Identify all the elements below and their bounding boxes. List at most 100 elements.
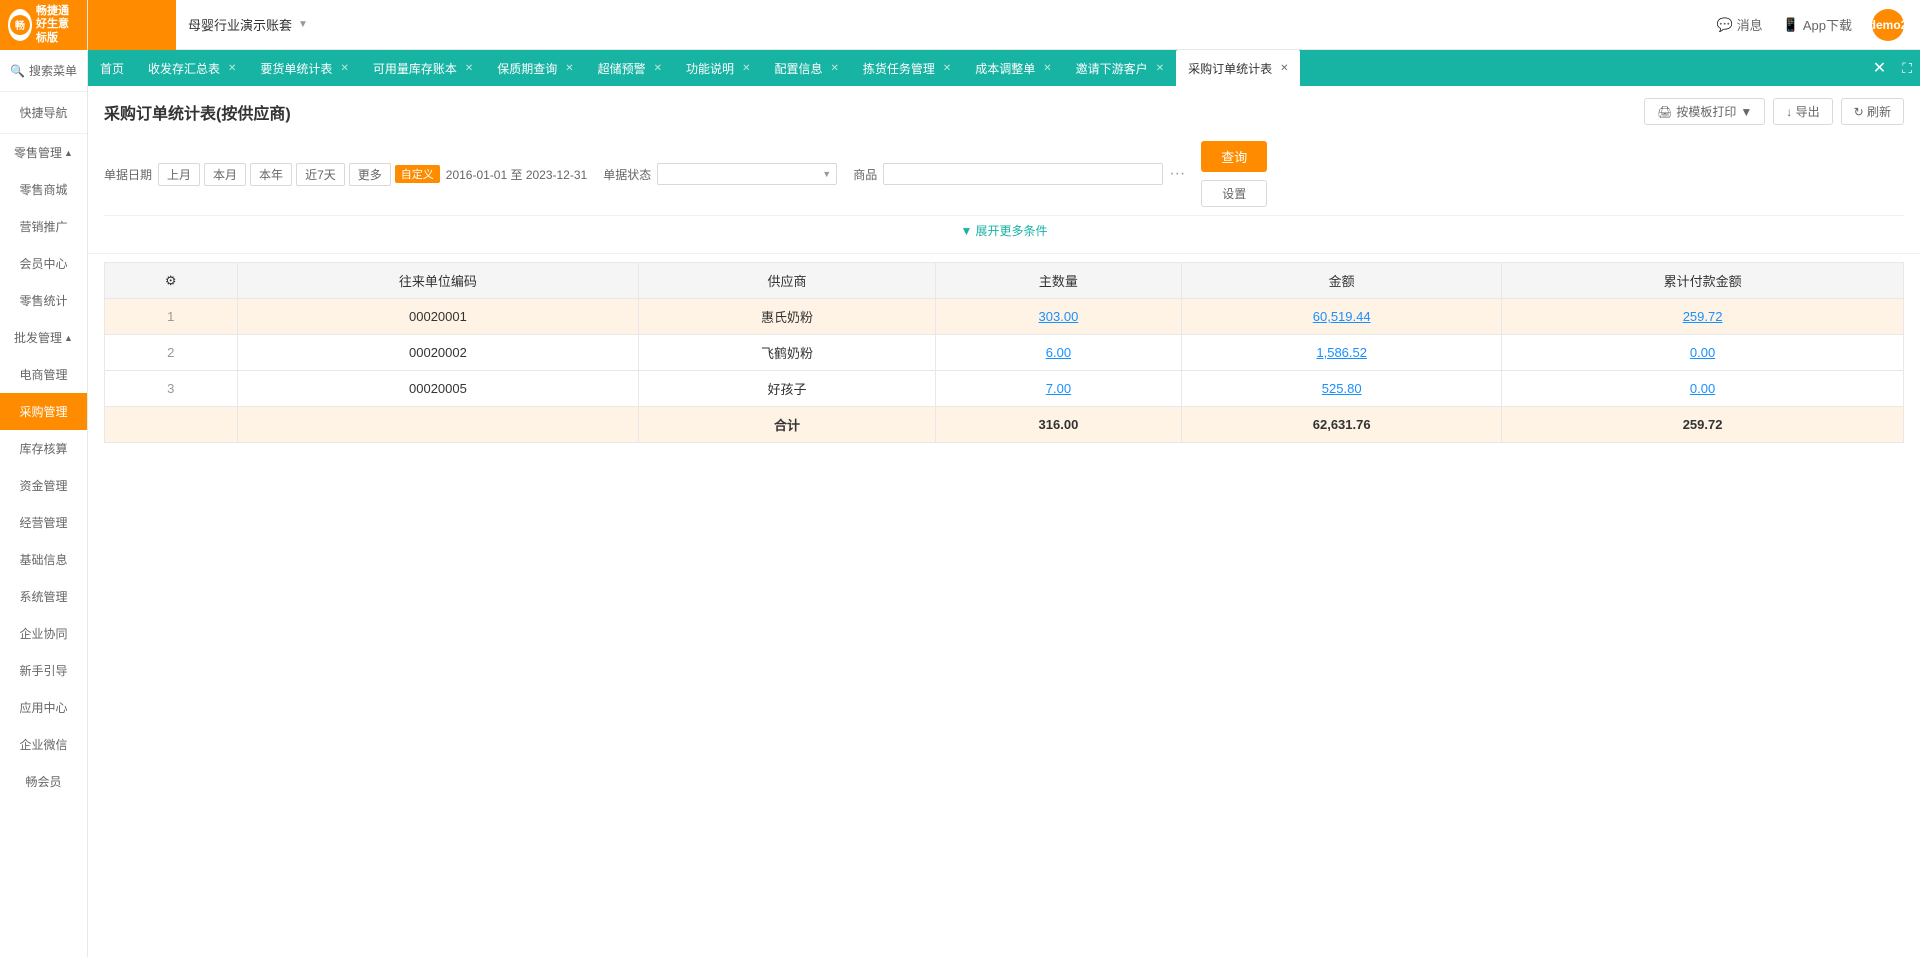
app-download-action[interactable]: 📱 App下载 — [1783, 15, 1852, 34]
status-select[interactable] — [657, 163, 837, 185]
sidebar-item-sys-mgmt[interactable]: 系统管理 — [0, 578, 87, 615]
sidebar-item-inventory-check[interactable]: 库存核算 — [0, 430, 87, 467]
sidebar-item-member-center[interactable]: 会员中心 — [0, 245, 87, 282]
tab-close-expiry-query[interactable]: ✕ — [565, 63, 573, 74]
col-supplier: 供应商 — [639, 263, 935, 299]
dropdown-chevron-icon[interactable]: ▼ — [298, 19, 308, 30]
user-avatar[interactable]: demo2 — [1872, 9, 1904, 41]
query-button[interactable]: 查询 — [1201, 141, 1267, 172]
date-quick-buttons: 上月 本月 本年 近7天 更多 自定义 — [158, 163, 440, 186]
refresh-button[interactable]: ↻ 刷新 — [1841, 98, 1904, 125]
tab-function-desc[interactable]: 功能说明 ✕ — [674, 50, 762, 86]
main-area: 母婴行业演示账套 ▼ 💬 消息 📱 App下载 demo2 首页收发存汇总表✕要… — [88, 0, 1920, 957]
row-code: 00020001 — [237, 299, 639, 335]
tab-config-info[interactable]: 配置信息 ✕ — [762, 50, 850, 86]
export-button[interactable]: ↓ 导出 — [1773, 98, 1832, 125]
page-title: 采购订单统计表(按供应商) — [104, 100, 291, 124]
sidebar-item-purchase-mgmt[interactable]: 采购管理 — [0, 393, 87, 430]
tab-close-req-stats[interactable]: ✕ — [340, 63, 348, 74]
row-amount: 1,586.52 — [1182, 335, 1502, 371]
quick-nav-button[interactable]: 快捷导航 — [0, 98, 87, 127]
logo-icon: 畅 — [8, 9, 32, 41]
sidebar-item-enterprise-collab[interactable]: 企业协同 — [0, 615, 87, 652]
goods-more-btn[interactable]: ··· — [1169, 165, 1185, 183]
tab-pick-task[interactable]: 拣货任务管理✕ — [851, 50, 963, 86]
tab-cost-adjust[interactable]: 成本调整单 ✕ — [963, 50, 1063, 86]
tab-close-config-info[interactable]: ✕ — [830, 63, 838, 74]
tab-close-cost-adjust[interactable]: ✕ — [1043, 63, 1051, 74]
date-custom-badge: 自定义 — [395, 165, 440, 183]
settings-button[interactable]: 设置 — [1201, 180, 1267, 207]
topbar-logo-space — [88, 0, 176, 50]
tab-expiry-query[interactable]: 保质期查询✕ — [485, 50, 585, 86]
print-button[interactable]: 🖨 按模板打印 ▼ — [1644, 98, 1765, 125]
table-row[interactable]: 1 00020001 惠氏奶粉 303.00 60,519.44 259.72 — [105, 299, 1904, 335]
sidebar-item-retail-stats[interactable]: 零售统计 — [0, 282, 87, 319]
close-all-tabs-button[interactable]: ✕ — [1865, 50, 1894, 86]
sidebar-item-basic-info[interactable]: 基础信息 — [0, 541, 87, 578]
row-code: 00020005 — [237, 371, 639, 407]
sidebar-item-app-center[interactable]: 应用中心 — [0, 689, 87, 726]
tab-available-stock[interactable]: 可用量库存账本✕ — [361, 50, 485, 86]
footer-label: 合计 — [639, 407, 935, 443]
settings-col-icon[interactable]: ⚙ — [165, 273, 177, 288]
col-amount: 金额 — [1182, 263, 1502, 299]
tab-req-stats[interactable]: 要货单统计表✕ — [248, 50, 360, 86]
tab-label-function-desc: 功能说明 — [686, 60, 734, 77]
tab-label-config-info: 配置信息 — [774, 60, 822, 77]
tab-close-purchase-stats[interactable]: ✕ — [1280, 63, 1288, 74]
sidebar-item-retail-mgmt[interactable]: 零售管理▲ — [0, 134, 87, 171]
expand-more-btn[interactable]: ▼ 展开更多条件 — [961, 222, 1048, 239]
chevron-down-icon: ▼ — [961, 224, 973, 238]
sidebar-item-enterprise-wechat[interactable]: 企业微信 — [0, 726, 87, 763]
print-dropdown-icon: ▼ — [1740, 105, 1752, 119]
maximize-button[interactable]: ⛶ — [1894, 50, 1920, 86]
sidebar-item-retail-shop[interactable]: 零售商城 — [0, 171, 87, 208]
download-icon: 📱 — [1783, 17, 1799, 33]
tab-label-purchase-stats: 采购订单统计表 — [1188, 60, 1272, 77]
tab-close-receive-pay[interactable]: ✕ — [228, 63, 236, 74]
tab-label-cost-adjust: 成本调整单 — [975, 60, 1035, 77]
tab-home[interactable]: 首页 — [88, 50, 136, 86]
tab-close-pick-task[interactable]: ✕ — [943, 63, 951, 74]
row-paid: 0.00 — [1502, 371, 1904, 407]
goods-input[interactable] — [883, 163, 1163, 185]
table-row[interactable]: 2 00020002 飞鹤奶粉 6.00 1,586.52 0.00 — [105, 335, 1904, 371]
tab-invite-downstream[interactable]: 邀请下游客户 ✕ — [1064, 50, 1176, 86]
tab-receive-pay[interactable]: 收发存汇总表✕ — [136, 50, 248, 86]
tab-bar: 首页收发存汇总表✕要货单统计表✕可用量库存账本✕保质期查询✕超储预警✕ 功能说明 ✕… — [88, 50, 1920, 86]
date-this-year-btn[interactable]: 本年 — [250, 163, 292, 186]
sidebar-item-operations-mgmt[interactable]: 经营管理 — [0, 504, 87, 541]
table-row[interactable]: 3 00020005 好孩子 7.00 525.80 0.00 — [105, 371, 1904, 407]
query-settings-group: 查询 设置 — [1201, 141, 1267, 207]
date-more-btn[interactable]: 更多 — [349, 163, 391, 186]
date-last-month-btn[interactable]: 上月 — [158, 163, 200, 186]
date-7days-btn[interactable]: 近7天 — [296, 163, 345, 186]
sidebar-item-finance-mgmt[interactable]: 资金管理 — [0, 467, 87, 504]
date-this-month-btn[interactable]: 本月 — [204, 163, 246, 186]
search-menu-button[interactable]: 🔍 搜索菜单 — [6, 58, 81, 83]
tab-label-invite-downstream: 邀请下游客户 — [1076, 60, 1148, 77]
tab-close-overstock-warning[interactable]: ✕ — [654, 63, 662, 74]
sidebar-item-marketing[interactable]: 营销推广 — [0, 208, 87, 245]
footer-paid: 259.72 — [1502, 407, 1904, 443]
account-dropdown-label[interactable]: 母婴行业演示账套 — [188, 15, 292, 34]
filter-area: 单据日期 上月 本月 本年 近7天 更多 自定义 2016-01-01 至 20… — [88, 133, 1920, 254]
topbar-right: 💬 消息 📱 App下载 demo2 — [1716, 9, 1904, 41]
sidebar-item-new-guide[interactable]: 新手引导 — [0, 652, 87, 689]
row-paid: 0.00 — [1502, 335, 1904, 371]
col-paid: 累计付款金额 — [1502, 263, 1904, 299]
tab-close-function-desc[interactable]: ✕ — [742, 63, 750, 74]
goods-filter-label: 商品 — [853, 166, 877, 183]
sidebar-item-ecom-mgmt[interactable]: 电商管理 — [0, 356, 87, 393]
sidebar-item-member[interactable]: 畅会员 — [0, 763, 87, 800]
page-content: 采购订单统计表(按供应商) 🖨 按模板打印 ▼ ↓ 导出 ↻ 刷新 — [88, 86, 1920, 957]
tab-purchase-stats[interactable]: 采购订单统计表 ✕ — [1176, 50, 1300, 86]
tab-close-available-stock[interactable]: ✕ — [465, 63, 473, 74]
sidebar-item-wholesale-mgmt[interactable]: 批发管理▲ — [0, 319, 87, 356]
logo-text: 畅捷通好生意 标版 — [36, 5, 79, 45]
message-action[interactable]: 💬 消息 — [1716, 15, 1762, 34]
tab-close-invite-downstream[interactable]: ✕ — [1156, 63, 1164, 74]
tab-overstock-warning[interactable]: 超储预警✕ — [586, 50, 674, 86]
date-range-display: 2016-01-01 至 2023-12-31 — [446, 166, 587, 183]
